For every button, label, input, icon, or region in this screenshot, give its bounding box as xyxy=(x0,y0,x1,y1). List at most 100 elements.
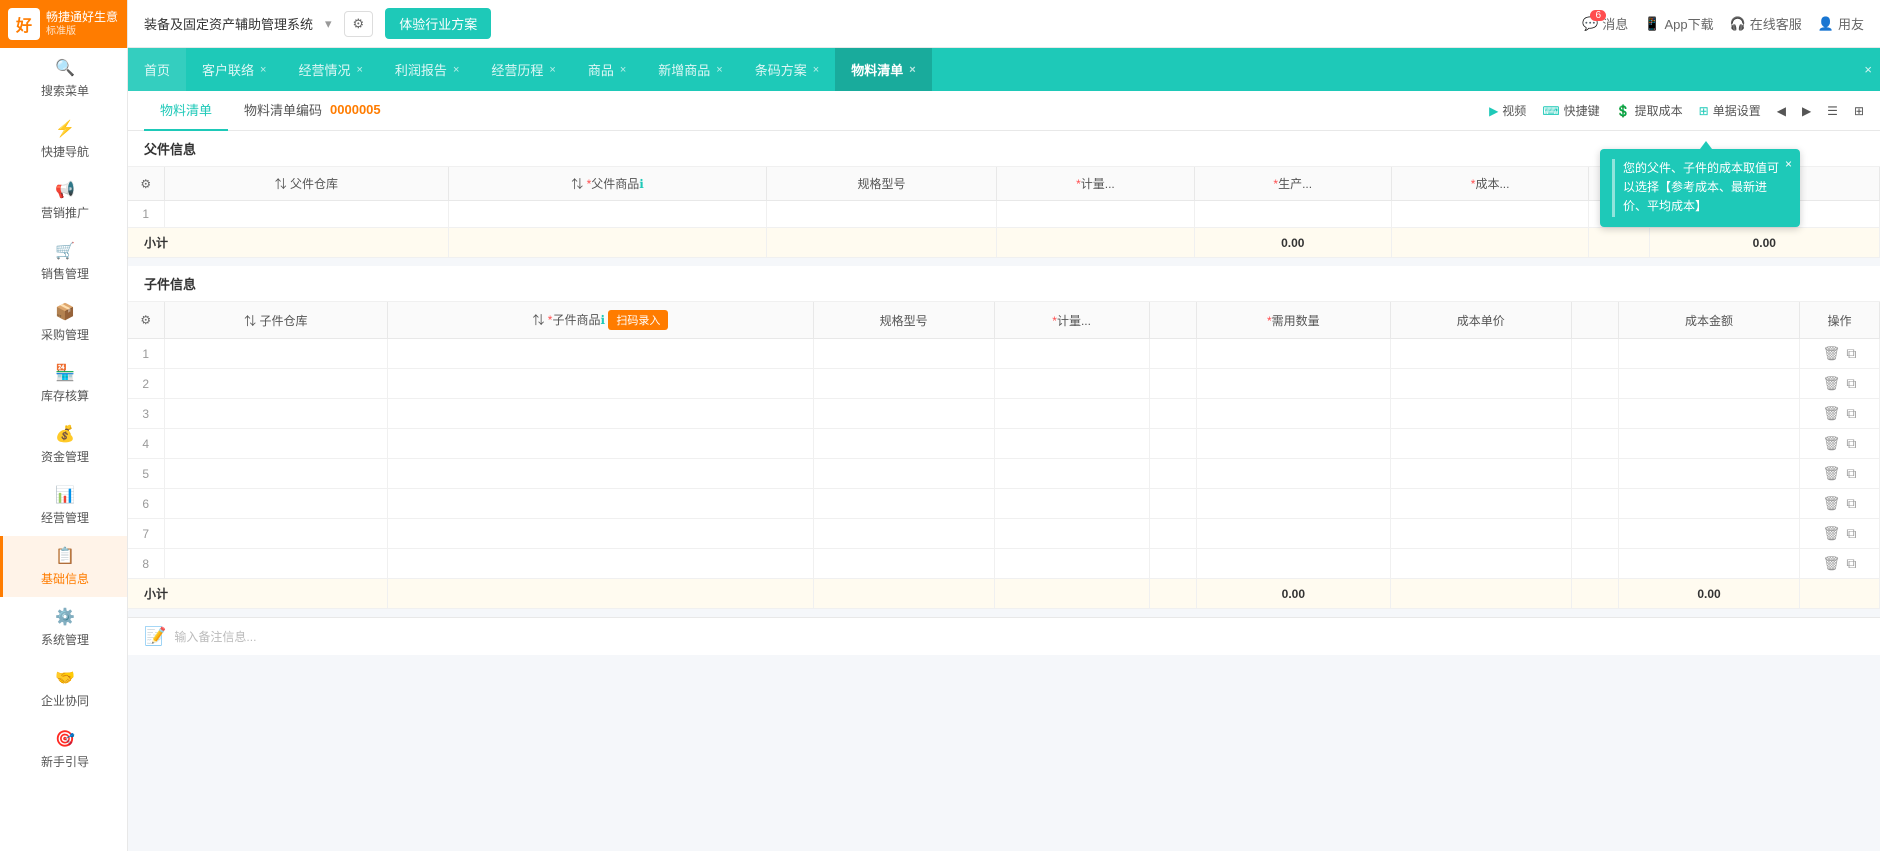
child-row-spec[interactable] xyxy=(813,459,994,489)
online-service-button[interactable]: 🎧 在线客服 xyxy=(1730,14,1802,33)
tab-profit-report[interactable]: 利润报告 × xyxy=(379,48,475,91)
child-row-spec[interactable] xyxy=(813,489,994,519)
parent-row-unit[interactable] xyxy=(997,201,1194,228)
close-profit-report-tab[interactable]: × xyxy=(453,64,459,76)
child-row-unit[interactable] xyxy=(994,369,1149,399)
copy-icon[interactable]: ⧉ xyxy=(1846,555,1856,572)
child-row-spec[interactable] xyxy=(813,399,994,429)
sidebar-item-inventory[interactable]: 🏪 库存核算 xyxy=(0,353,127,414)
sidebar-item-guide[interactable]: 🎯 新手引导 xyxy=(0,719,127,780)
tooltip-close-button[interactable]: × xyxy=(1785,155,1792,174)
delete-icon[interactable]: 🗑 xyxy=(1823,465,1841,482)
child-row-unit[interactable] xyxy=(994,339,1149,369)
child-row-unit-cost[interactable] xyxy=(1390,519,1571,549)
parent-row-produce[interactable] xyxy=(1194,201,1391,228)
child-row-goods[interactable] xyxy=(388,519,814,549)
child-row-unit-cost[interactable] xyxy=(1390,339,1571,369)
sidebar-item-purchase[interactable]: 📦 采购管理 xyxy=(0,292,127,353)
sub-tab-bom-list[interactable]: 物料清单 xyxy=(144,91,228,131)
child-row-spec[interactable] xyxy=(813,549,994,579)
parent-goods-info-icon[interactable]: ℹ xyxy=(639,177,644,191)
tab-goods[interactable]: 商品 × xyxy=(572,48,642,91)
shortcut-button[interactable]: ⌨ 快捷键 xyxy=(1542,102,1599,119)
child-row-warehouse[interactable] xyxy=(164,519,388,549)
nav-prev-button[interactable]: ◀ xyxy=(1777,104,1786,118)
child-row-unit-cost[interactable] xyxy=(1390,429,1571,459)
copy-icon[interactable]: ⧉ xyxy=(1846,435,1856,452)
sidebar-item-sales[interactable]: 🛒 销售管理 xyxy=(0,231,127,292)
app-download-button[interactable]: 📱 App下载 xyxy=(1644,14,1713,33)
tab-home[interactable]: 首页 xyxy=(128,48,186,91)
copy-icon[interactable]: ⧉ xyxy=(1846,405,1856,422)
child-gear-icon[interactable]: ⚙ xyxy=(140,313,151,327)
tab-new-goods[interactable]: 新增商品 × xyxy=(642,48,738,91)
child-goods-info-icon[interactable]: ℹ xyxy=(600,313,605,327)
child-row-warehouse[interactable] xyxy=(164,369,388,399)
tab-operation-history[interactable]: 经营历程 × xyxy=(475,48,571,91)
child-row-quantity[interactable] xyxy=(1196,399,1390,429)
child-row-warehouse[interactable] xyxy=(164,429,388,459)
child-row-spec[interactable] xyxy=(813,429,994,459)
sidebar-item-enterprise[interactable]: 🤝 企业协同 xyxy=(0,658,127,719)
child-row-quantity[interactable] xyxy=(1196,339,1390,369)
delete-icon[interactable]: 🗑 xyxy=(1823,435,1841,452)
child-row-spec[interactable] xyxy=(813,369,994,399)
child-row-unit-cost[interactable] xyxy=(1390,489,1571,519)
child-row-goods[interactable] xyxy=(388,489,814,519)
sidebar-item-finance[interactable]: 💰 资金管理 xyxy=(0,414,127,475)
child-row-unit[interactable] xyxy=(994,549,1149,579)
close-all-tabs-button[interactable]: × xyxy=(1856,62,1880,77)
parent-row-spec[interactable] xyxy=(766,201,996,228)
copy-icon[interactable]: ⧉ xyxy=(1846,465,1856,482)
tab-customer[interactable]: 客户联络 × xyxy=(186,48,282,91)
child-row-warehouse[interactable] xyxy=(164,549,388,579)
tab-barcode[interactable]: 条码方案 × xyxy=(739,48,835,91)
sidebar-item-basicinfo[interactable]: 📋 基础信息 xyxy=(0,536,127,597)
view-toggle-button[interactable]: ☰ xyxy=(1827,104,1838,118)
single-setting-button[interactable]: ⊞ 单据设置 xyxy=(1699,102,1761,119)
close-new-goods-tab[interactable]: × xyxy=(716,64,722,76)
child-row-unit[interactable] xyxy=(994,489,1149,519)
user-button[interactable]: 👤 用友 xyxy=(1818,14,1864,33)
child-row-goods[interactable] xyxy=(388,549,814,579)
parent-row-goods[interactable] xyxy=(449,201,767,228)
copy-icon[interactable]: ⧉ xyxy=(1846,345,1856,362)
close-barcode-tab[interactable]: × xyxy=(813,64,819,76)
copy-icon[interactable]: ⧉ xyxy=(1846,375,1856,392)
parent-row-warehouse[interactable] xyxy=(164,201,449,228)
child-row-quantity[interactable] xyxy=(1196,489,1390,519)
close-goods-tab[interactable]: × xyxy=(620,64,626,76)
child-row-unit-cost[interactable] xyxy=(1390,399,1571,429)
child-row-warehouse[interactable] xyxy=(164,459,388,489)
child-row-warehouse[interactable] xyxy=(164,489,388,519)
child-row-warehouse[interactable] xyxy=(164,399,388,429)
child-row-unit-cost[interactable] xyxy=(1390,549,1571,579)
parent-row-cost[interactable] xyxy=(1391,201,1588,228)
copy-icon[interactable]: ⧉ xyxy=(1846,495,1856,512)
dropdown-icon[interactable]: ▾ xyxy=(325,16,332,32)
tab-bom[interactable]: 物料清单 × xyxy=(835,48,931,91)
sidebar-item-search[interactable]: 🔍 搜索菜单 xyxy=(0,48,127,109)
grid-toggle-button[interactable]: ⊞ xyxy=(1854,104,1864,118)
child-row-quantity[interactable] xyxy=(1196,369,1390,399)
child-row-quantity[interactable] xyxy=(1196,459,1390,489)
child-row-quantity[interactable] xyxy=(1196,519,1390,549)
close-bom-tab[interactable]: × xyxy=(909,64,915,76)
child-row-unit[interactable] xyxy=(994,429,1149,459)
delete-icon[interactable]: 🗑 xyxy=(1823,375,1841,392)
child-row-goods[interactable] xyxy=(388,459,814,489)
child-row-warehouse[interactable] xyxy=(164,339,388,369)
child-row-unit-cost[interactable] xyxy=(1390,369,1571,399)
sidebar-item-quicknav[interactable]: ⚡ 快捷导航 xyxy=(0,109,127,170)
sidebar-item-operations[interactable]: 📊 经营管理 xyxy=(0,475,127,536)
delete-icon[interactable]: 🗑 xyxy=(1823,555,1841,572)
child-row-spec[interactable] xyxy=(813,339,994,369)
message-button[interactable]: 💬 6 消息 xyxy=(1582,14,1628,33)
copy-icon[interactable]: ⧉ xyxy=(1846,525,1856,542)
trial-button[interactable]: 体验行业方案 xyxy=(385,8,491,39)
parent-gear-icon[interactable]: ⚙ xyxy=(140,177,151,191)
scan-input-button[interactable]: 扫码录入 xyxy=(608,310,668,330)
child-row-unit[interactable] xyxy=(994,519,1149,549)
sidebar-item-marketing[interactable]: 📢 营销推广 xyxy=(0,170,127,231)
child-row-goods[interactable] xyxy=(388,339,814,369)
